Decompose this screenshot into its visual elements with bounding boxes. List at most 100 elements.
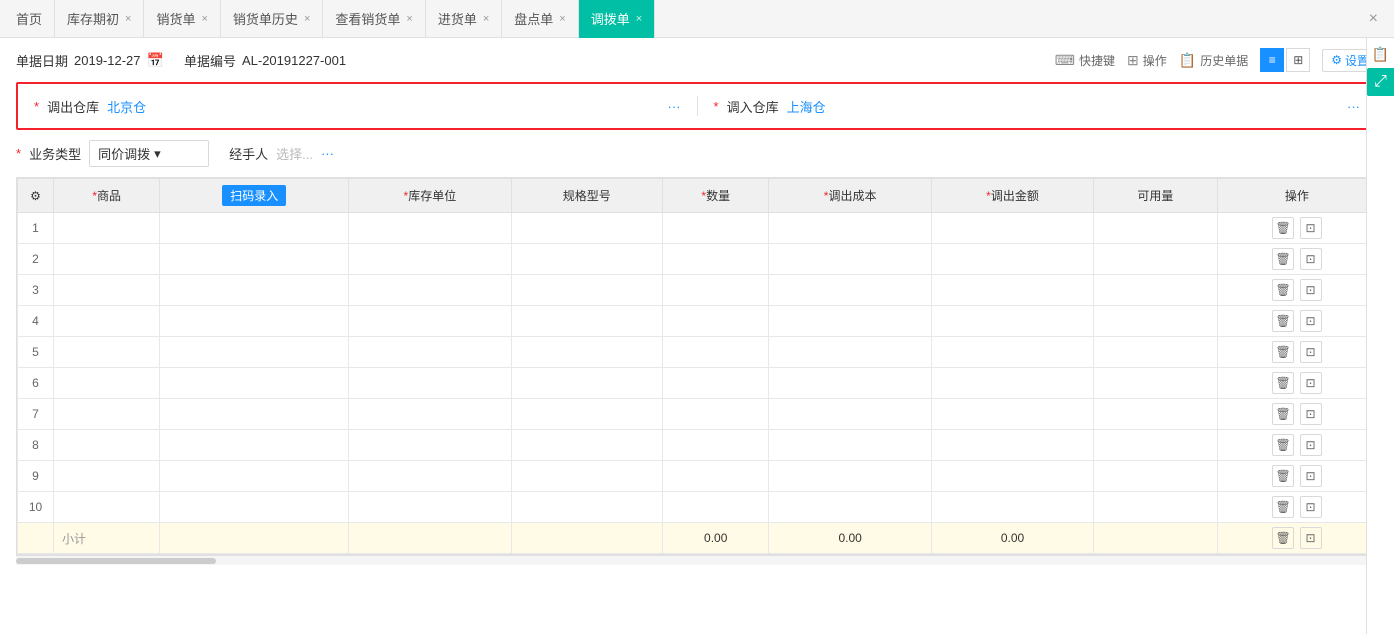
history-btn[interactable]: 📋 历史单据 (1179, 52, 1248, 69)
tab-sales-history-close[interactable]: × (304, 13, 310, 25)
product-cell[interactable] (54, 244, 160, 275)
available-cell[interactable] (931, 399, 1093, 430)
tab-transfer[interactable]: 调拨单 × (579, 0, 655, 38)
available-cell[interactable] (931, 368, 1093, 399)
product-cell[interactable] (54, 492, 160, 523)
delete-btn[interactable]: 🗑 (1272, 527, 1294, 549)
quantity-cell[interactable] (511, 461, 662, 492)
unit-cell[interactable] (160, 213, 349, 244)
cost-cell[interactable] (663, 213, 769, 244)
warehouse-in-more[interactable]: ··· (1347, 99, 1360, 114)
quantity-cell[interactable] (511, 492, 662, 523)
unit-cell[interactable] (160, 275, 349, 306)
copy-btn[interactable]: ⊡ (1300, 465, 1322, 487)
tab-inventory-check-close[interactable]: × (559, 13, 565, 25)
copy-btn[interactable]: ⊡ (1300, 310, 1322, 332)
spec-cell[interactable] (349, 461, 511, 492)
tab-sales-order-close[interactable]: × (201, 13, 207, 25)
cost-cell[interactable] (663, 461, 769, 492)
amount-cell[interactable] (769, 461, 931, 492)
spec-cell[interactable] (349, 430, 511, 461)
tab-purchase[interactable]: 进货单 × (426, 0, 502, 38)
person-select[interactable]: 选择... (276, 144, 313, 163)
date-value[interactable]: 2019-12-27 (74, 53, 141, 68)
available-cell[interactable] (931, 461, 1093, 492)
amount-cell[interactable] (769, 275, 931, 306)
delete-btn[interactable]: 🗑 (1272, 310, 1294, 332)
spec-cell[interactable] (349, 399, 511, 430)
cost-cell[interactable] (663, 337, 769, 368)
spec-cell[interactable] (349, 275, 511, 306)
spec-cell[interactable] (349, 337, 511, 368)
product-cell[interactable] (54, 368, 160, 399)
amount-cell[interactable] (769, 337, 931, 368)
cost-cell[interactable] (663, 275, 769, 306)
delete-btn[interactable]: 🗑 (1272, 434, 1294, 456)
unit-cell[interactable] (160, 306, 349, 337)
delete-btn[interactable]: 🗑 (1272, 279, 1294, 301)
spec-cell[interactable] (349, 306, 511, 337)
warehouse-in-value[interactable]: 上海仓 (787, 97, 826, 116)
product-cell[interactable] (54, 430, 160, 461)
tab-view-sales[interactable]: 查看销货单 × (323, 0, 425, 38)
tab-inventory-check[interactable]: 盘点单 × (502, 0, 578, 38)
tab-homepage[interactable]: 首页 (4, 0, 55, 38)
amount-cell[interactable] (769, 244, 931, 275)
amount-cell[interactable] (769, 213, 931, 244)
copy-btn[interactable]: ⊡ (1300, 279, 1322, 301)
unit-cell[interactable] (160, 368, 349, 399)
th-settings[interactable]: ⚙ (18, 179, 54, 213)
amount-cell[interactable] (769, 306, 931, 337)
amount-cell[interactable] (769, 430, 931, 461)
tab-transfer-close[interactable]: × (636, 13, 642, 25)
cost-cell[interactable] (663, 492, 769, 523)
cost-cell[interactable] (663, 368, 769, 399)
tab-sales-history[interactable]: 销货单历史 × (221, 0, 323, 38)
unit-cell[interactable] (160, 399, 349, 430)
sidebar-expand-icon[interactable]: ⤢ (1367, 68, 1394, 96)
product-cell[interactable] (54, 213, 160, 244)
copy-btn[interactable]: ⊡ (1300, 434, 1322, 456)
amount-cell[interactable] (769, 368, 931, 399)
spec-cell[interactable] (349, 213, 511, 244)
cost-cell[interactable] (663, 399, 769, 430)
shortcuts-btn[interactable]: ⌨ 快捷键 (1055, 52, 1115, 69)
quantity-cell[interactable] (511, 275, 662, 306)
delete-btn[interactable]: 🗑 (1272, 248, 1294, 270)
delete-btn[interactable]: 🗑 (1272, 496, 1294, 518)
quantity-cell[interactable] (511, 368, 662, 399)
product-cell[interactable] (54, 275, 160, 306)
spec-cell[interactable] (349, 492, 511, 523)
quantity-cell[interactable] (511, 306, 662, 337)
person-more[interactable]: ··· (321, 146, 334, 161)
product-cell[interactable] (54, 399, 160, 430)
unit-cell[interactable] (160, 461, 349, 492)
product-cell[interactable] (54, 461, 160, 492)
copy-btn[interactable]: ⊡ (1300, 403, 1322, 425)
delete-btn[interactable]: 🗑 (1272, 465, 1294, 487)
spec-cell[interactable] (349, 244, 511, 275)
window-close-btn[interactable]: × (1357, 10, 1390, 28)
unit-cell[interactable] (160, 430, 349, 461)
quantity-cell[interactable] (511, 399, 662, 430)
sidebar-doc-icon[interactable]: 📋 (1369, 42, 1393, 66)
cost-cell[interactable] (663, 244, 769, 275)
amount-cell[interactable] (769, 399, 931, 430)
warehouse-out-more[interactable]: ··· (668, 99, 681, 114)
delete-btn[interactable]: 🗑 (1272, 403, 1294, 425)
product-cell[interactable] (54, 337, 160, 368)
delete-btn[interactable]: 🗑 (1272, 372, 1294, 394)
copy-btn[interactable]: ⊡ (1300, 372, 1322, 394)
delete-btn[interactable]: 🗑 (1272, 217, 1294, 239)
quantity-cell[interactable] (511, 213, 662, 244)
available-cell[interactable] (931, 430, 1093, 461)
tab-inventory-init-close[interactable]: × (125, 13, 131, 25)
quantity-cell[interactable] (511, 430, 662, 461)
layout-grid-btn[interactable]: ⊞ (1286, 48, 1310, 72)
copy-btn[interactable]: ⊡ (1300, 496, 1322, 518)
tab-sales-order[interactable]: 销货单 × (144, 0, 220, 38)
copy-btn[interactable]: ⊡ (1300, 527, 1322, 549)
amount-cell[interactable] (769, 492, 931, 523)
operations-btn[interactable]: ⊞ 操作 (1127, 52, 1167, 69)
tab-inventory-init[interactable]: 库存期初 × (55, 0, 144, 38)
